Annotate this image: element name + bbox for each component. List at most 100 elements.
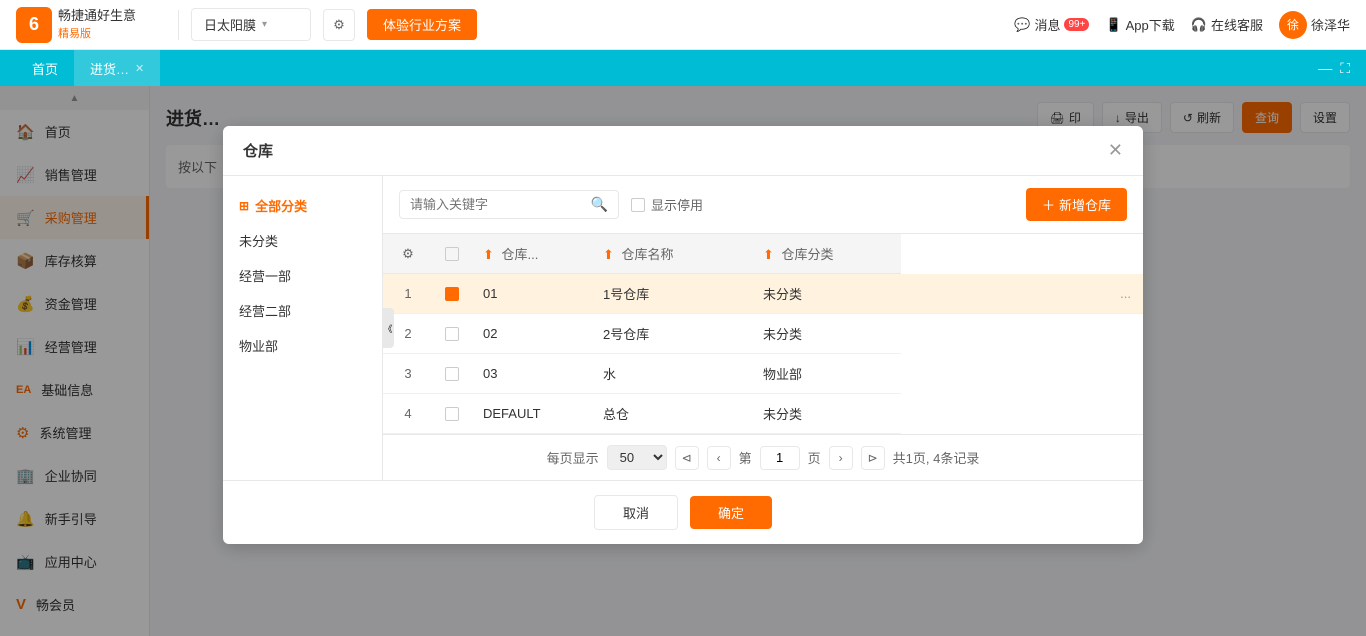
nav-controls: — ⛶ bbox=[1318, 60, 1350, 77]
trial-button[interactable]: 体验行业方案 bbox=[367, 9, 477, 40]
page-size-label: 每页显示 bbox=[547, 448, 599, 467]
search-box[interactable]: 🔍 bbox=[399, 190, 619, 219]
modal-title: 仓库 bbox=[243, 140, 273, 161]
nav-tab-home[interactable]: 首页 bbox=[16, 50, 74, 86]
settings-button[interactable]: ⚙ bbox=[323, 9, 355, 41]
logo-sub: 精易版 bbox=[58, 25, 136, 41]
row-name: 2号仓库 bbox=[591, 314, 751, 354]
nav-tab-home-label: 首页 bbox=[32, 59, 58, 78]
cancel-button[interactable]: 取消 bbox=[594, 495, 678, 530]
th-code: ⬆ 仓库... bbox=[471, 234, 591, 274]
select-all-checkbox[interactable] bbox=[445, 247, 459, 261]
warehouse-table: ⚙ ⬆ 仓库... ⬆ bbox=[383, 234, 1143, 434]
nav-minimize-icon[interactable]: — bbox=[1318, 60, 1332, 76]
category-label-property: 物业部 bbox=[239, 336, 278, 355]
modal-category-sidebar: ⊞ 全部分类 未分类 经营一部 经营二部 物业部 《 bbox=[223, 176, 383, 480]
table-body: 1 01 1号仓库 未分类 ... 2 02 2号仓库 未分类 3 03 水 物… bbox=[383, 274, 1143, 434]
row-category: 物业部 bbox=[751, 354, 901, 394]
page-label: 页 bbox=[808, 448, 821, 467]
nav-expand-icon[interactable]: ⛶ bbox=[1340, 60, 1350, 77]
page-size-select[interactable]: 50 20 100 bbox=[607, 445, 667, 470]
message-button[interactable]: 💬 消息 99+ bbox=[1014, 15, 1089, 34]
row-name: 1号仓库 bbox=[591, 274, 751, 314]
warehouse-modal: 仓库 ✕ ⊞ 全部分类 未分类 经营一部 经营二部 bbox=[223, 126, 1143, 544]
modal-close-button[interactable]: ✕ bbox=[1108, 140, 1123, 161]
message-label: 消息 bbox=[1034, 15, 1060, 34]
table-row[interactable]: 2 02 2号仓库 未分类 bbox=[383, 314, 1143, 354]
row-name: 水 bbox=[591, 354, 751, 394]
row-checkbox[interactable] bbox=[445, 327, 459, 341]
collapse-arrow-icon: 《 bbox=[383, 322, 392, 335]
header-right: 💬 消息 99+ 📱 App下载 🎧 在线客服 徐 徐泽华 bbox=[1014, 11, 1350, 39]
online-service-button[interactable]: 🎧 在线客服 bbox=[1191, 15, 1263, 34]
sidebar-collapse-handle[interactable]: 《 bbox=[382, 308, 394, 348]
row-name: 总仓 bbox=[591, 394, 751, 434]
search-icon[interactable]: 🔍 bbox=[591, 196, 608, 213]
page-last-button[interactable]: ⊳ bbox=[861, 446, 885, 470]
category-item-all[interactable]: ⊞ 全部分类 bbox=[223, 188, 382, 223]
row-code: 01 bbox=[471, 274, 591, 314]
row-category: 未分类 bbox=[751, 314, 901, 354]
row-checkbox[interactable] bbox=[445, 287, 459, 301]
table-row[interactable]: 4 DEFAULT 总仓 未分类 bbox=[383, 394, 1143, 434]
row-checkbox-cell[interactable] bbox=[433, 274, 471, 314]
show-disabled-checkbox[interactable] bbox=[631, 198, 645, 212]
row-actions[interactable]: ... bbox=[901, 274, 1143, 314]
logo-text: 畅捷通好生意 bbox=[58, 8, 136, 25]
header-divider bbox=[178, 10, 179, 40]
store-selector[interactable]: 日太阳膜 ▾ bbox=[191, 8, 311, 41]
settings-col-icon: ⚙ bbox=[402, 246, 414, 261]
sort-icon: ⬆ bbox=[483, 247, 494, 262]
logo-area: 6 畅捷通好生意 精易版 bbox=[16, 7, 166, 43]
logo-icon: 6 bbox=[16, 7, 52, 43]
confirm-button[interactable]: 确定 bbox=[690, 496, 772, 529]
show-disabled-label: 显示停用 bbox=[651, 195, 703, 214]
mobile-icon: 📱 bbox=[1105, 17, 1121, 33]
row-checkbox-cell[interactable] bbox=[433, 314, 471, 354]
category-item-ops1[interactable]: 经营一部 bbox=[223, 258, 382, 293]
warehouse-table-wrap: ⚙ ⬆ 仓库... ⬆ bbox=[383, 234, 1143, 434]
modal-pagination: 每页显示 50 20 100 ⊲ ‹ 第 页 › ⊳ 共1页, 4条记录 bbox=[383, 434, 1143, 480]
chevron-down-icon: ▾ bbox=[262, 19, 267, 30]
app-download-button[interactable]: 📱 App下载 bbox=[1105, 15, 1174, 34]
modal-header: 仓库 ✕ bbox=[223, 126, 1143, 176]
message-badge: 99+ bbox=[1064, 18, 1089, 31]
nav-tab-close-icon[interactable]: ✕ bbox=[135, 62, 144, 75]
category-label-all: 全部分类 bbox=[255, 196, 307, 215]
row-checkbox-cell[interactable] bbox=[433, 354, 471, 394]
search-input[interactable] bbox=[410, 197, 591, 212]
category-item-unclassified[interactable]: 未分类 bbox=[223, 223, 382, 258]
app-label: App下载 bbox=[1126, 15, 1175, 34]
avatar-initial: 徐 bbox=[1287, 16, 1299, 33]
secondary-nav: 首页 进货… ✕ — ⛶ bbox=[0, 50, 1366, 86]
row-checkbox[interactable] bbox=[445, 367, 459, 381]
add-icon: ＋ bbox=[1042, 195, 1055, 214]
username: 徐泽华 bbox=[1311, 15, 1350, 34]
row-checkbox[interactable] bbox=[445, 407, 459, 421]
category-label-ops1: 经营一部 bbox=[239, 266, 291, 285]
page-prev-button[interactable]: ‹ bbox=[707, 446, 731, 470]
page-first-button[interactable]: ⊲ bbox=[675, 446, 699, 470]
show-disabled-toggle[interactable]: 显示停用 bbox=[631, 195, 703, 214]
th-settings: ⚙ bbox=[383, 234, 433, 274]
modal-toolbar: 🔍 显示停用 ＋ 新增仓库 bbox=[383, 176, 1143, 234]
category-item-ops2[interactable]: 经营二部 bbox=[223, 293, 382, 328]
table-row[interactable]: 3 03 水 物业部 bbox=[383, 354, 1143, 394]
page-input[interactable] bbox=[760, 446, 800, 470]
add-warehouse-button[interactable]: ＋ 新增仓库 bbox=[1026, 188, 1127, 221]
modal-body: ⊞ 全部分类 未分类 经营一部 经营二部 物业部 《 bbox=[223, 176, 1143, 480]
top-header: 6 畅捷通好生意 精易版 日太阳膜 ▾ ⚙ 体验行业方案 💬 消息 99+ 📱 … bbox=[0, 0, 1366, 50]
row-checkbox-cell[interactable] bbox=[433, 394, 471, 434]
row-code: 03 bbox=[471, 354, 591, 394]
sort-name-icon: ⬆ bbox=[603, 247, 614, 262]
grid-icon: ⊞ bbox=[239, 199, 249, 213]
user-menu[interactable]: 徐 徐泽华 bbox=[1279, 11, 1350, 39]
page-next-button[interactable]: › bbox=[829, 446, 853, 470]
nav-tab-purchase[interactable]: 进货… ✕ bbox=[74, 50, 160, 86]
table-row[interactable]: 1 01 1号仓库 未分类 ... bbox=[383, 274, 1143, 314]
category-item-property[interactable]: 物业部 bbox=[223, 328, 382, 363]
modal-overlay: 仓库 ✕ ⊞ 全部分类 未分类 经营一部 经营二部 bbox=[0, 86, 1366, 636]
headset-icon: 🎧 bbox=[1191, 17, 1207, 33]
modal-content-area: 🔍 显示停用 ＋ 新增仓库 bbox=[383, 176, 1143, 480]
add-btn-label: 新增仓库 bbox=[1059, 195, 1111, 214]
